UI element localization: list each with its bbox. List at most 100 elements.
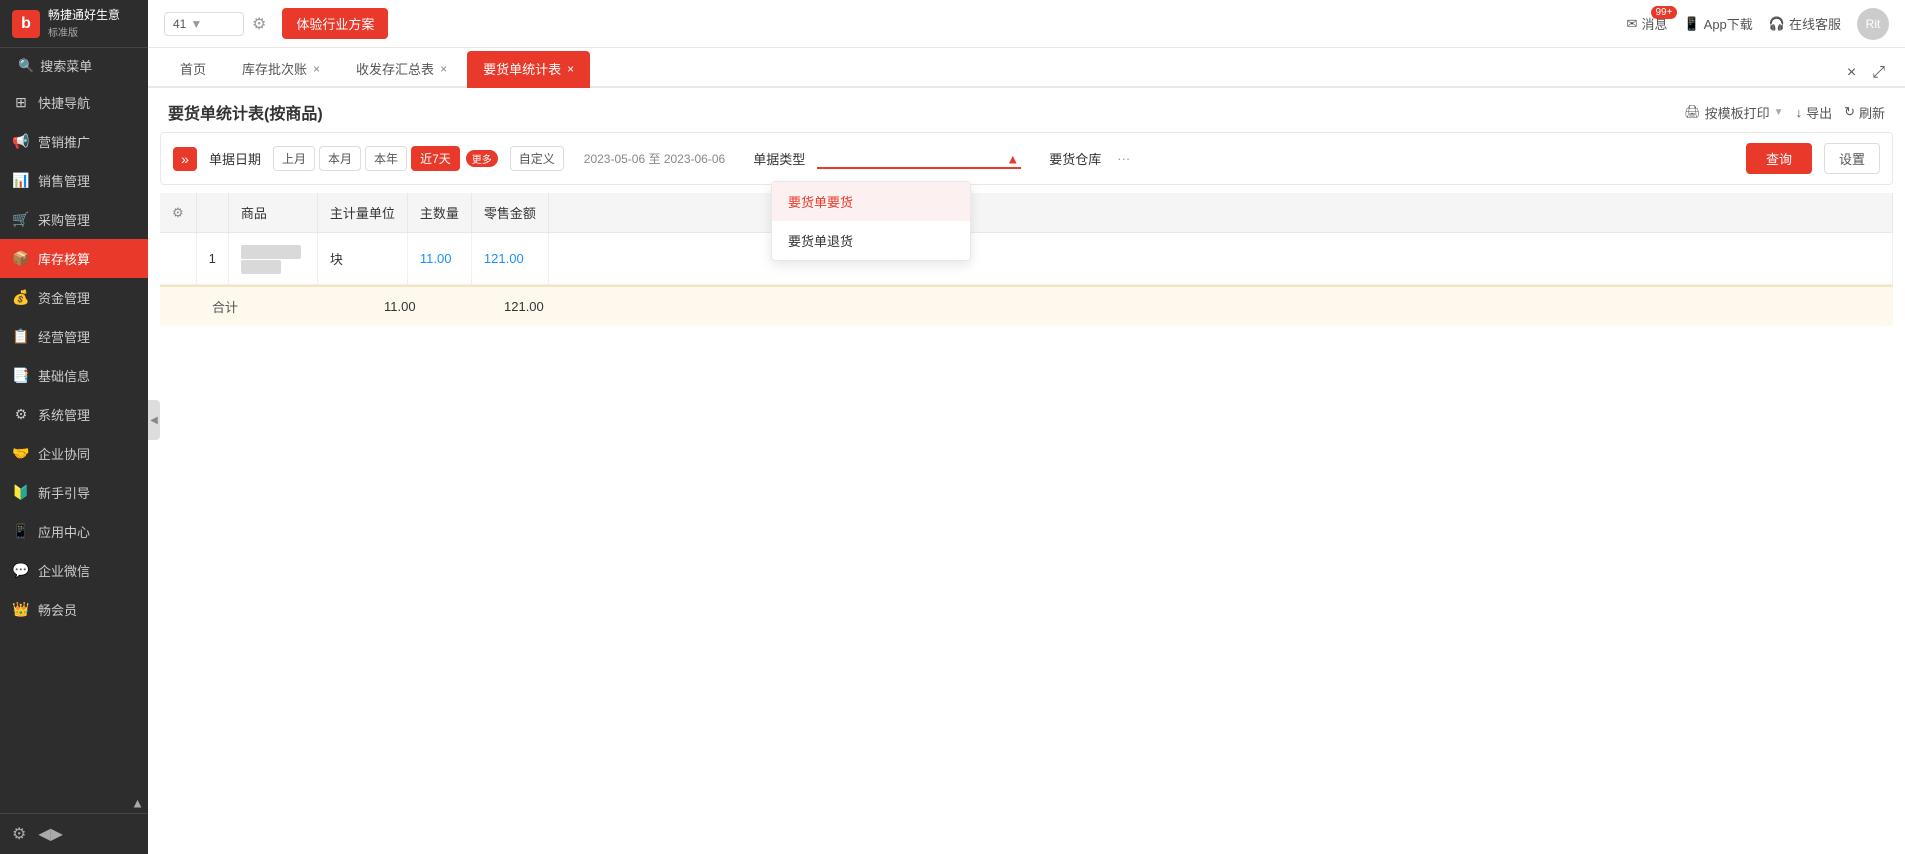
print-icon: 🖨 (1684, 104, 1701, 120)
marketing-icon: 📢 (12, 133, 30, 151)
search-menu[interactable]: 🔍 搜索菜单 (0, 48, 148, 83)
sidebar: b 畅捷通好生意 标准版 🔍 搜索菜单 ⊞ 快捷导航 📢 营销推广 📊 销售管理… (0, 0, 148, 854)
row-extra (548, 233, 1892, 285)
tab-close-all-icon[interactable]: × (1843, 60, 1860, 86)
filter-date-range: 2023-05-06 至 2023-06-06 (584, 150, 725, 167)
purchase-icon: 🛒 (12, 211, 30, 229)
tab-receive-summary-label: 收发存汇总表 (356, 59, 434, 78)
sidebar-item-system[interactable]: ⚙ 系统管理 (0, 395, 148, 434)
collapse-icon[interactable]: ◀▶ (38, 824, 63, 844)
tab-order-summary[interactable]: 要货单统计表 × (467, 51, 590, 88)
app-download-btn[interactable]: 📱 App下载 (1683, 14, 1752, 33)
filter-query-btn[interactable]: 查询 (1746, 143, 1812, 174)
sidebar-item-label: 企业微信 (38, 561, 90, 580)
filter-custom-btn[interactable]: 自定义 (510, 146, 564, 171)
tab-home[interactable]: 首页 (164, 51, 222, 86)
topbar: 41 ▼ ⚙ 体验行业方案 ✉ 消息 99+ 📱 App下载 🎧 在线客服 Ri… (148, 0, 1905, 48)
export-label: 导出 (1806, 103, 1832, 122)
dropdown-item-order-goods[interactable]: 要货单要货 (772, 182, 970, 221)
settings-icon[interactable]: ⚙ (12, 824, 26, 844)
headset-icon: 🎧 (1769, 16, 1785, 32)
tab-home-label: 首页 (180, 59, 206, 78)
filter-type-input[interactable] (817, 148, 1021, 169)
filter-date-this-year[interactable]: 本年 (365, 146, 407, 171)
sidebar-item-newbie[interactable]: 🔰 新手引导 (0, 473, 148, 512)
tab-receive-summary[interactable]: 收发存汇总表 × (340, 51, 463, 86)
main-area: 41 ▼ ⚙ 体验行业方案 ✉ 消息 99+ 📱 App下载 🎧 在线客服 Ri… (148, 0, 1905, 854)
filter-type-arrow-icon[interactable]: ▲ (1006, 151, 1019, 166)
sales-icon: 📊 (12, 172, 30, 190)
page-title: 要货单统计表(按商品) (168, 100, 323, 124)
sidebar-toggle-btn[interactable]: ◀ (148, 400, 160, 440)
row-unit: 块 (317, 233, 407, 285)
company-selector[interactable]: 41 ▼ (164, 12, 244, 36)
finance-icon: 💰 (12, 289, 30, 307)
filter-date-last-month[interactable]: 上月 (273, 146, 315, 171)
sidebar-item-label: 畅会员 (38, 600, 77, 619)
inventory-icon: 📦 (12, 250, 30, 268)
filter-date-this-month[interactable]: 本月 (319, 146, 361, 171)
table-col-gear[interactable]: ⚙ (160, 193, 196, 233)
sidebar-item-inventory[interactable]: 📦 库存核算 (0, 239, 148, 278)
tab-inventory-batch-close-icon[interactable]: × (313, 62, 320, 76)
export-icon: ↓ (1796, 105, 1803, 120)
table-row: 1 块 11.00 121.00 (160, 233, 1893, 285)
sidebar-item-purchase[interactable]: 🛒 采购管理 (0, 200, 148, 239)
system-icon: ⚙ (12, 406, 30, 424)
refresh-action-btn[interactable]: ↻ 刷新 (1844, 103, 1885, 122)
footer-quantity: 11.00 (372, 299, 492, 314)
tab-receive-summary-close-icon[interactable]: × (440, 62, 447, 76)
goods-placeholder-2 (241, 260, 281, 274)
topbar-left: 41 ▼ ⚙ 体验行业方案 (164, 8, 1627, 39)
logo-icon: b (12, 10, 40, 38)
topbar-gear-icon[interactable]: ⚙ (252, 14, 266, 34)
filter-expand-btn[interactable]: » (173, 147, 197, 171)
sidebar-collapse-btn[interactable]: ▲ (127, 792, 148, 815)
content-area: 要货单统计表(按商品) 🖨 按模板打印 ▼ ↓ 导出 ↻ 刷新 » (148, 88, 1905, 854)
table-col-index (196, 193, 228, 233)
logo-text: 畅捷通好生意 (48, 8, 120, 24)
sidebar-item-operations[interactable]: 📋 经营管理 (0, 317, 148, 356)
sidebar-item-member[interactable]: 👑 畅会员 (0, 590, 148, 629)
tab-fullscreen-icon[interactable]: ⤢ (1868, 60, 1889, 86)
filter-warehouse-more-icon[interactable]: ··· (1117, 151, 1130, 166)
sidebar-item-enterprise[interactable]: 🤝 企业协同 (0, 434, 148, 473)
operations-icon: 📋 (12, 328, 30, 346)
sidebar-item-sales[interactable]: 📊 销售管理 (0, 161, 148, 200)
dropdown-item-order-return[interactable]: 要货单退货 (772, 221, 970, 260)
sidebar-collapse-area: ▲ (0, 793, 148, 813)
print-action-btn[interactable]: 🖨 按模板打印 ▼ (1684, 103, 1783, 122)
user-avatar[interactable]: Rit (1857, 8, 1889, 40)
type-dropdown: 要货单要货 要货单退货 (771, 181, 971, 261)
sidebar-item-label: 经营管理 (38, 327, 90, 346)
filter-date-7days[interactable]: 近7天 (411, 146, 460, 171)
data-table: ⚙ 商品 主计量单位 主数量 零售金额 1 (160, 193, 1893, 285)
app-logo: b 畅捷通好生意 标准版 (0, 0, 148, 48)
footer-label: 合计 (172, 297, 372, 316)
online-service-btn[interactable]: 🎧 在线客服 (1769, 14, 1841, 33)
table-wrap: ⚙ 商品 主计量单位 主数量 零售金额 1 (160, 193, 1893, 285)
refresh-label: 刷新 (1859, 103, 1885, 122)
table-col-goods: 商品 (228, 193, 317, 233)
tab-inventory-batch[interactable]: 库存批次账 × (226, 51, 336, 86)
tab-order-summary-close-icon[interactable]: × (567, 62, 574, 76)
filter-settings-btn[interactable]: 设置 (1824, 143, 1880, 174)
avatar-text: Rit (1866, 17, 1881, 31)
sidebar-item-basic[interactable]: 📑 基础信息 (0, 356, 148, 395)
filter-bar: » 单据日期 上月 本月 本年 近7天 更多 自定义 2023-05-06 至 … (160, 132, 1893, 185)
message-btn[interactable]: ✉ 消息 99+ (1627, 14, 1668, 33)
sidebar-item-appstore[interactable]: 📱 应用中心 (0, 512, 148, 551)
row-goods (228, 233, 317, 285)
sidebar-item-wechat[interactable]: 💬 企业微信 (0, 551, 148, 590)
footer-amount: 121.00 (492, 299, 612, 314)
trial-btn[interactable]: 体验行业方案 (282, 8, 388, 39)
sidebar-item-marketing[interactable]: 📢 营销推广 (0, 122, 148, 161)
sidebar-item-quick-nav[interactable]: ⊞ 快捷导航 (0, 83, 148, 122)
filter-date-buttons: 上月 本月 本年 近7天 更多 (273, 146, 498, 171)
sidebar-item-label: 库存核算 (38, 249, 90, 268)
member-icon: 👑 (12, 601, 30, 619)
newbie-icon: 🔰 (12, 484, 30, 502)
sidebar-item-finance[interactable]: 💰 资金管理 (0, 278, 148, 317)
search-icon: 🔍 (18, 58, 34, 74)
export-action-btn[interactable]: ↓ 导出 (1796, 103, 1833, 122)
